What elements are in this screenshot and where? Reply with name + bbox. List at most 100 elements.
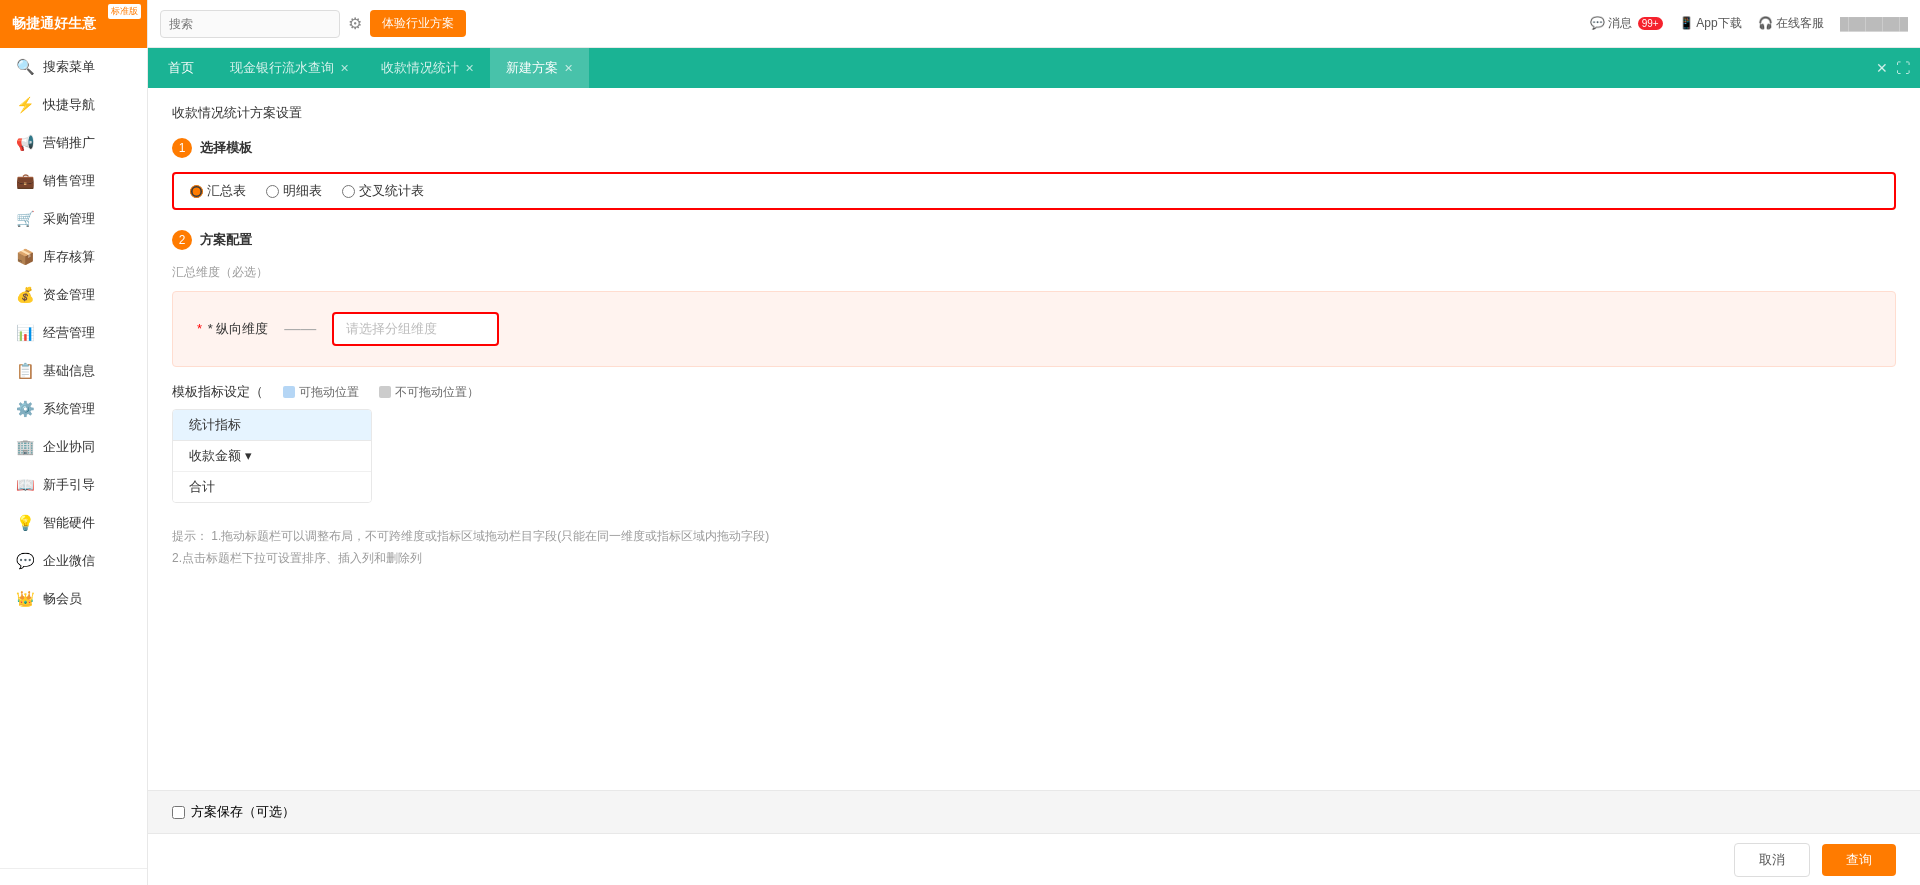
- tab-newplan[interactable]: 新建方案 ✕: [490, 48, 589, 88]
- sidebar: 畅捷通好生意 标准版 🔍搜索菜单⚡快捷导航📢营销推广💼销售管理🛒采购管理📦库存核…: [0, 0, 148, 885]
- dimension-config: 汇总维度（必选） * * 纵向维度 —— 请选择分组维度: [172, 264, 1896, 367]
- sidebar-item-11[interactable]: 📖新手引导: [0, 466, 147, 504]
- sidebar-icon-0: 🔍: [16, 58, 35, 76]
- section1-title: 选择模板: [200, 139, 252, 157]
- tab-newplan-close[interactable]: ✕: [564, 62, 573, 75]
- section2-header: 2 方案配置: [172, 230, 1896, 250]
- drag-dot: [283, 386, 295, 398]
- tab-cashbank-close[interactable]: ✕: [340, 62, 349, 75]
- tab-bar-right: ✕ ⛶: [1876, 60, 1920, 76]
- sidebar-item-4[interactable]: 🛒采购管理: [0, 200, 147, 238]
- sidebar-label-11: 新手引导: [43, 476, 95, 494]
- sidebar-label-2: 营销推广: [43, 134, 95, 152]
- tab-home[interactable]: 首页: [148, 48, 214, 88]
- tab-home-label: 首页: [168, 59, 194, 77]
- dimension-select[interactable]: 请选择分组维度: [332, 312, 499, 346]
- sidebar-icon-4: 🛒: [16, 210, 35, 228]
- tab-cashbank-label: 现金银行流水查询: [230, 59, 334, 77]
- metrics-config-label: 模板指标设定（ 可拖动位置 不可拖动位置）: [172, 383, 1896, 401]
- save-option-label: 方案保存（可选）: [191, 803, 295, 821]
- radio-detail[interactable]: 明细表: [266, 182, 322, 200]
- tab-close-all-icon[interactable]: ✕: [1876, 60, 1888, 76]
- sidebar-item-3[interactable]: 💼销售管理: [0, 162, 147, 200]
- user-info[interactable]: ████████: [1840, 17, 1908, 31]
- sidebar-icon-8: 📋: [16, 362, 35, 380]
- page-content: 收款情况统计方案设置 1 选择模板 汇总表 明细表: [148, 88, 1920, 885]
- sidebar-icon-2: 📢: [16, 134, 35, 152]
- tip-line1: 提示： 1.拖动标题栏可以调整布局，不可跨维度或指标区域拖动栏目字段(只能在同一…: [172, 526, 1896, 548]
- online-service-item[interactable]: 🎧 在线客服: [1758, 15, 1824, 32]
- save-option-bar: 方案保存（可选）: [148, 790, 1920, 833]
- sidebar-label-9: 系统管理: [43, 400, 95, 418]
- section1-header: 1 选择模板: [172, 138, 1896, 158]
- sidebar-label-14: 畅会员: [43, 590, 82, 608]
- search-input[interactable]: [160, 10, 340, 38]
- tab-cashbank[interactable]: 现金银行流水查询 ✕: [214, 48, 365, 88]
- metrics-row-total: 合计: [173, 472, 371, 502]
- sidebar-item-9[interactable]: ⚙️系统管理: [0, 390, 147, 428]
- sidebar-item-0[interactable]: 🔍 搜索菜单: [0, 48, 147, 86]
- header-left: ⚙ 体验行业方案: [160, 10, 466, 38]
- sidebar-item-14[interactable]: 👑 畅会员: [0, 580, 147, 618]
- tab-newplan-label: 新建方案: [506, 59, 558, 77]
- save-checkbox[interactable]: [172, 806, 185, 819]
- dropdown-icon[interactable]: ▾: [245, 448, 252, 463]
- query-button[interactable]: 查询: [1822, 844, 1896, 876]
- section2-title: 方案配置: [200, 231, 252, 249]
- industry-button[interactable]: 体验行业方案: [370, 10, 466, 37]
- sidebar-item-12[interactable]: 💡智能硬件: [0, 504, 147, 542]
- radio-summary-label: 汇总表: [207, 182, 246, 200]
- metrics-config: 模板指标设定（ 可拖动位置 不可拖动位置） 统计指标 收款金: [172, 383, 1896, 506]
- message-item[interactable]: 💬 消息 99+: [1590, 15, 1663, 32]
- template-selector: 汇总表 明细表 交叉统计表: [172, 172, 1896, 210]
- sidebar-label-6: 资金管理: [43, 286, 95, 304]
- sidebar-item-10[interactable]: 🏢 企业协同: [0, 428, 147, 466]
- tab-receipts-close[interactable]: ✕: [465, 62, 474, 75]
- sidebar-label-7: 经营管理: [43, 324, 95, 342]
- sidebar-item-13[interactable]: 💬 企业微信: [0, 542, 147, 580]
- dimension-area: * * 纵向维度 —— 请选择分组维度: [172, 291, 1896, 367]
- radio-cross[interactable]: 交叉统计表: [342, 182, 424, 200]
- section2-num: 2: [172, 230, 192, 250]
- sidebar-icon-13: 💬: [16, 552, 35, 570]
- app-name: 畅捷通好生意: [12, 15, 96, 33]
- sidebar-item-1[interactable]: ⚡快捷导航: [0, 86, 147, 124]
- metrics-table: 统计指标 收款金额 ▾ 合计: [172, 409, 372, 503]
- no-drag-badge: 不可拖动位置）: [379, 383, 479, 401]
- footer-bar: 取消 查询: [148, 833, 1920, 885]
- metrics-table-header: 统计指标: [173, 410, 371, 441]
- sidebar-item-2[interactable]: 📢 营销推广: [0, 124, 147, 162]
- app-download-item[interactable]: 📱 App下载: [1679, 15, 1742, 32]
- main-area: ⚙ 体验行业方案 💬 消息 99+ 📱 App下载 🎧 在线客服 ███████…: [148, 0, 1920, 885]
- sidebar-item-5[interactable]: 📦库存核算: [0, 238, 147, 276]
- sidebar-label-13: 企业微信: [43, 552, 95, 570]
- sidebar-label-0: 搜索菜单: [43, 58, 95, 76]
- sidebar-label-8: 基础信息: [43, 362, 95, 380]
- tip-line2: 2.点击标题栏下拉可设置排序、插入列和删除列: [172, 548, 1896, 570]
- tab-expand-icon[interactable]: ⛶: [1896, 60, 1910, 76]
- drag-badge: 可拖动位置: [283, 383, 359, 401]
- page-inner: 收款情况统计方案设置 1 选择模板 汇总表 明细表: [148, 88, 1920, 790]
- sidebar-label-1: 快捷导航: [43, 96, 95, 114]
- tab-bar: 首页 现金银行流水查询 ✕ 收款情况统计 ✕ 新建方案 ✕ ✕ ⛶: [148, 48, 1920, 88]
- tab-receipts[interactable]: 收款情况统计 ✕: [365, 48, 490, 88]
- sidebar-item-6[interactable]: 💰资金管理: [0, 276, 147, 314]
- sidebar-icon-3: 💼: [16, 172, 35, 190]
- sidebar-icon-10: 🏢: [16, 438, 35, 456]
- gear-icon[interactable]: ⚙: [348, 14, 362, 33]
- tips-area: 提示： 1.拖动标题栏可以调整布局，不可跨维度或指标区域拖动栏目字段(只能在同一…: [172, 526, 1896, 569]
- radio-group-template: 汇总表 明细表 交叉统计表: [190, 182, 424, 200]
- radio-summary[interactable]: 汇总表: [190, 182, 246, 200]
- no-drag-dot: [379, 386, 391, 398]
- page-title: 收款情况统计方案设置: [172, 104, 1896, 122]
- sidebar-item-7[interactable]: 📊经营管理: [0, 314, 147, 352]
- cancel-button[interactable]: 取消: [1734, 843, 1810, 877]
- metrics-row-amount[interactable]: 收款金额 ▾: [173, 441, 371, 472]
- sidebar-icon-14: 👑: [16, 590, 35, 608]
- sidebar-item-8[interactable]: 📋 基础信息: [0, 352, 147, 390]
- sidebar-icon-5: 📦: [16, 248, 35, 266]
- radio-detail-label: 明细表: [283, 182, 322, 200]
- sidebar-label-12: 智能硬件: [43, 514, 95, 532]
- sidebar-label-10: 企业协同: [43, 438, 95, 456]
- sidebar-bottom: [0, 868, 147, 885]
